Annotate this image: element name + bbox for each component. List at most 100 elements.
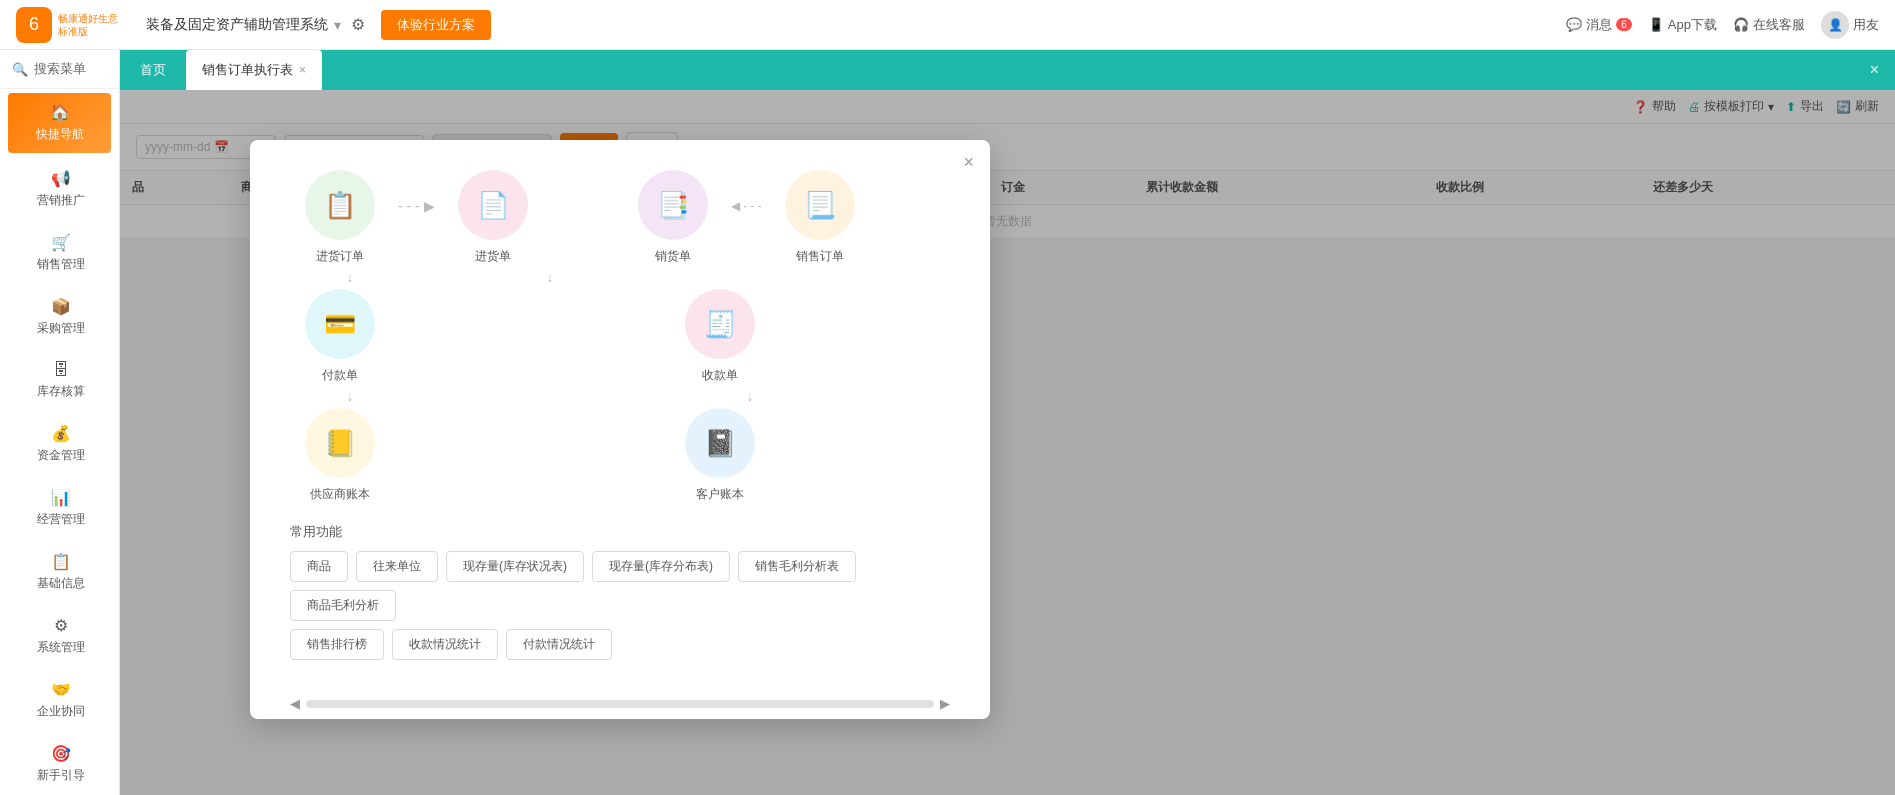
sales-order-label: 销售订单 [796,248,844,265]
sidebar-item-newbie[interactable]: 🎯 新手引导 [0,732,119,795]
system-icon: ⚙ [54,616,68,635]
btn-stock-status[interactable]: 现存量(库存状况表) [446,551,584,582]
sidebar-item-finance[interactable]: 💰 资金管理 [0,412,119,476]
finance-icon: 💰 [51,424,71,443]
purchase-order-icon: 📋 [305,170,375,240]
btn-stock-dist[interactable]: 现存量(库存分布表) [592,551,730,582]
down-arrow-payment: ↓ [347,388,354,404]
sidebar-label-quick-nav: 快捷导航 [36,126,84,143]
purchase-bill-label: 进货单 [475,248,511,265]
btn-sales-profit[interactable]: 销售毛利分析表 [738,551,856,582]
tab-sales-order[interactable]: 销售订单执行表 × [186,50,322,90]
avatar: 👤 [1821,11,1849,39]
sales-bill-icon: 📑 [638,170,708,240]
arrow-sales: ◀ - - - [731,199,762,237]
page-content: ❓ 帮助 🖨 按模板打印 ▾ ⬆ 导出 🔄 刷新 [120,90,1895,795]
message-badge: 6 [1616,18,1632,31]
dropdown-icon[interactable]: ▾ [334,17,341,33]
main-area: 🔍 搜索菜单 🏠 快捷导航 📢 营销推广 🛒 销售管理 📦 采购管理 🗄 [0,50,1895,795]
logo-text-line2: 标准版 [58,25,118,38]
sidebar: 🔍 搜索菜单 🏠 快捷导航 📢 营销推广 🛒 销售管理 📦 采购管理 🗄 [0,50,120,795]
sidebar-item-system[interactable]: ⚙ 系统管理 [0,604,119,668]
sales-icon: 🛒 [51,233,71,252]
sidebar-item-basic-info[interactable]: 📋 基础信息 [0,540,119,604]
receipt-label: 收款单 [702,367,738,384]
arrow-purchase: - - - ▶ [398,198,435,238]
flow-supplier-account: 📒 供应商账本 [290,408,390,503]
btn-payment-stat[interactable]: 付款情况统计 [506,629,612,660]
message-btn[interactable]: 💬 消息 6 [1566,16,1632,34]
sidebar-label-newbie: 新手引导 [37,767,85,784]
customer-account-icon: 📓 [685,408,755,478]
btn-receipt-stat[interactable]: 收款情况统计 [392,629,498,660]
tab-home[interactable]: 首页 [120,50,186,90]
operations-icon: 📊 [51,488,71,507]
sidebar-item-marketing[interactable]: 📢 营销推广 [0,157,119,221]
payment-label: 付款单 [322,367,358,384]
modal: × 📋 进货订单 - - - ▶ [250,140,990,719]
sidebar-label-basic-info: 基础信息 [37,575,85,592]
enterprise-icon: 🤝 [51,680,71,699]
logo-icon: 6 [16,7,52,43]
btn-sales-rank[interactable]: 销售排行榜 [290,629,384,660]
sidebar-label-system: 系统管理 [37,639,85,656]
scroll-left-arrow[interactable]: ◀ [290,696,300,711]
gear-button[interactable]: ⚙ [351,15,365,34]
sidebar-item-purchase[interactable]: 📦 采购管理 [0,285,119,349]
logo-text: 畅康通好生意 标准版 [58,12,118,38]
sidebar-label-purchase: 采购管理 [37,320,85,337]
purchase-order-label: 进货订单 [316,248,364,265]
common-title: 常用功能 [290,523,950,541]
flow-payment: 💳 付款单 [290,289,390,384]
content-area: 首页 销售订单执行表 × × ❓ 帮助 🖨 [120,50,1895,795]
app-download-btn[interactable]: 📱 App下载 [1648,16,1717,34]
sidebar-label-enterprise: 企业协同 [37,703,85,720]
marketing-icon: 📢 [51,169,71,188]
down-arrow-receipt: ↓ [747,388,754,404]
search-icon: 🔍 [12,62,28,77]
online-service-btn[interactable]: 🎧 在线客服 [1733,16,1805,34]
sidebar-item-enterprise[interactable]: 🤝 企业协同 [0,668,119,732]
btn-product-profit[interactable]: 商品毛利分析 [290,590,396,621]
flow-section: 📋 进货订单 - - - ▶ 📄 进货单 [250,140,990,523]
supplier-account-label: 供应商账本 [310,486,370,503]
home-icon: 🏠 [50,103,70,122]
scroll-right-arrow[interactable]: ▶ [940,696,950,711]
trial-button[interactable]: 体验行业方案 [381,10,491,40]
tab-close-all[interactable]: × [1870,61,1879,79]
sidebar-label-marketing: 营销推广 [37,192,85,209]
top-bar: 6 畅康通好生意 标准版 装备及固定资产辅助管理系统 ▾ ⚙ 体验行业方案 💬 … [0,0,1895,50]
sidebar-label-operations: 经营管理 [37,511,85,528]
user-menu[interactable]: 👤 用友 [1821,11,1879,39]
modal-close-button[interactable]: × [963,152,974,173]
sidebar-item-quick-nav[interactable]: 🏠 快捷导航 [8,93,111,153]
basic-info-icon: 📋 [51,552,71,571]
tab-bar: 首页 销售订单执行表 × × [120,50,1895,90]
sidebar-item-operations[interactable]: 📊 经营管理 [0,476,119,540]
flow-customer-account: 📓 客户账本 [670,408,770,503]
tab-close-icon[interactable]: × [299,63,306,77]
flow-purchase-order: 📋 进货订单 [290,170,390,265]
down-arrow-purchase: ↓ [347,269,354,285]
sidebar-item-sales[interactable]: 🛒 销售管理 [0,221,119,285]
sidebar-label-inventory: 库存核算 [37,383,85,400]
sidebar-search[interactable]: 🔍 搜索菜单 [0,50,119,89]
inventory-icon: 🗄 [53,361,69,379]
download-icon: 📱 [1648,17,1664,32]
sidebar-label-finance: 资金管理 [37,447,85,464]
payment-icon: 💳 [305,289,375,359]
sidebar-item-inventory[interactable]: 🗄 库存核算 [0,349,119,412]
btn-product[interactable]: 商品 [290,551,348,582]
scroll-bar: ◀ ▶ [250,688,990,719]
headset-icon: 🎧 [1733,17,1749,32]
common-buttons-row2: 销售排行榜 收款情况统计 付款情况统计 [290,629,950,660]
btn-partner[interactable]: 往来单位 [356,551,438,582]
sales-order-icon: 📃 [785,170,855,240]
system-title: 装备及固定资产辅助管理系统 ▾ [146,16,341,34]
sidebar-label-sales: 销售管理 [37,256,85,273]
flow-sales-order: 📃 销售订单 [770,170,870,265]
scroll-track[interactable] [306,700,934,708]
common-section: 常用功能 商品 往来单位 现存量(库存状况表) 现存量(库存分布表) 销售毛利分… [250,523,990,688]
supplier-account-icon: 📒 [305,408,375,478]
logo-area: 6 畅康通好生意 标准版 [16,7,136,43]
